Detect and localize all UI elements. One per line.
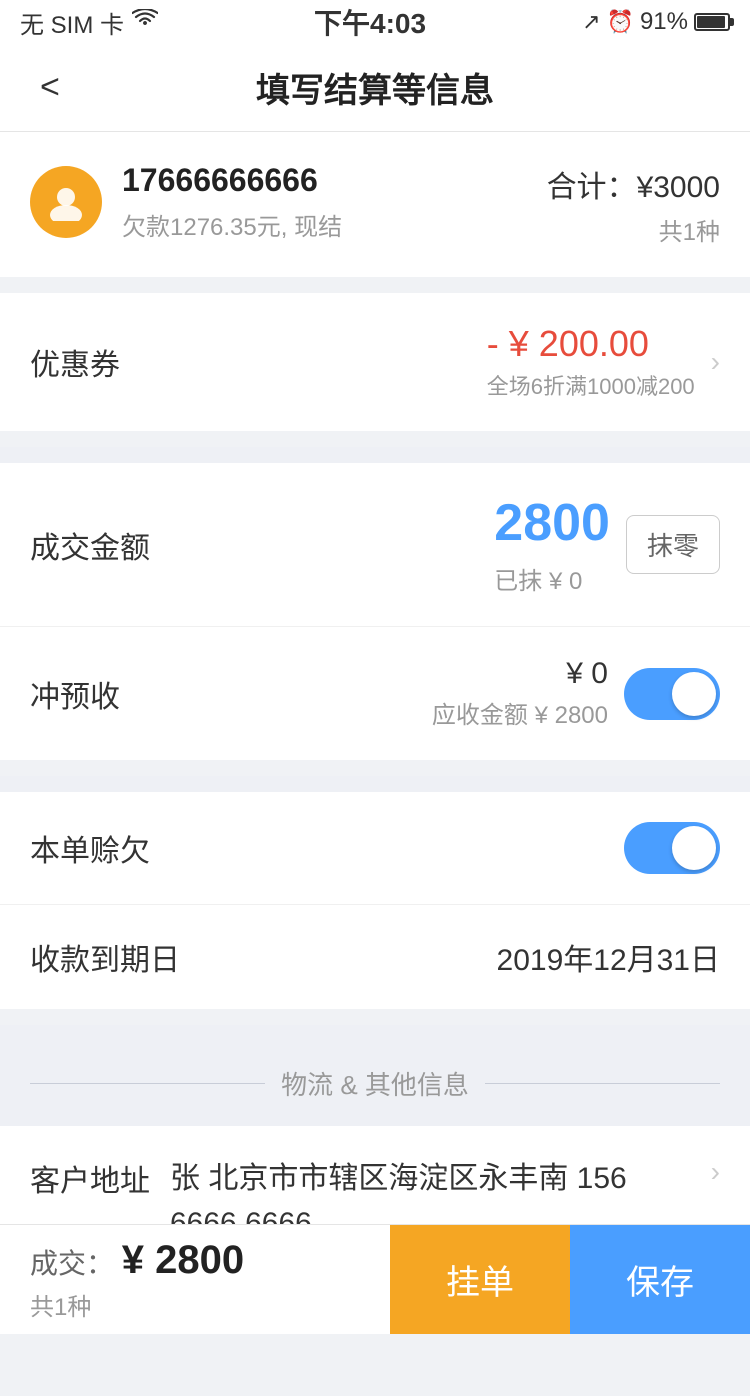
customer-card: 17666666666 欠款1276.35元, 现结 合计：¥3000 共1种: [0, 132, 750, 277]
total-count: 共1种: [547, 212, 720, 247]
deal-section: 成交金额 2800 已抹 ¥ 0 抹零 冲预收 ¥ 0 应收金额 ¥ 2800: [0, 463, 750, 760]
prepay-row: 冲预收 ¥ 0 应收金额 ¥ 2800: [0, 627, 750, 760]
save-button[interactable]: 保存: [570, 1225, 750, 1334]
prepay-amount: ¥ 0: [432, 657, 608, 691]
customer-phone: 17666666666: [122, 162, 342, 199]
avatar: [30, 166, 102, 238]
prepay-right-area: ¥ 0 应收金额 ¥ 2800: [432, 657, 720, 730]
location-icon: ↗: [582, 9, 600, 35]
alarm-icon: ⏰: [607, 9, 634, 35]
status-bar: 无 SIM 卡 下午4:03 ↗ ⏰ 91%: [0, 0, 750, 44]
deal-amount-label: 成交金额: [30, 523, 150, 567]
credit-row: 本单赊欠: [0, 792, 750, 905]
deal-amount-value: 2800: [494, 493, 610, 553]
discount-label: 优惠券: [30, 340, 120, 384]
battery-icon: [694, 13, 730, 31]
divider-line-left: [30, 1083, 265, 1084]
pending-button[interactable]: 挂单: [390, 1225, 570, 1334]
customer-debt: 欠款1276.35元, 现结: [122, 207, 342, 242]
nav-bar: < 填写结算等信息: [0, 44, 750, 132]
separator-3: [0, 1025, 750, 1041]
credit-toggle[interactable]: [624, 822, 720, 874]
wifi-icon: [132, 8, 158, 36]
back-button[interactable]: <: [30, 58, 70, 117]
status-time: 下午4:03: [314, 2, 426, 42]
round-zero-button[interactable]: 抹零: [626, 515, 720, 574]
credit-right: [624, 822, 720, 874]
divider-text: 物流 & 其他信息: [281, 1065, 469, 1102]
bottom-amount: ¥ 2800: [122, 1238, 244, 1282]
prepay-label: 冲预收: [30, 672, 120, 716]
credit-section: 本单赊欠 收款到期日 2019年12月31日: [0, 792, 750, 1009]
discount-desc: 全场6折满1000减200: [487, 369, 695, 401]
bottom-summary: 成交： ¥ 2800 共1种: [0, 1225, 390, 1334]
due-date-row: 收款到期日 2019年12月31日: [0, 905, 750, 1009]
customer-right: 合计：¥3000 共1种: [547, 162, 720, 247]
status-bar-left: 无 SIM 卡: [20, 5, 158, 40]
credit-label: 本单赊欠: [30, 826, 150, 870]
content-area: 17666666666 欠款1276.35元, 现结 合计：¥3000 共1种 …: [0, 132, 750, 1396]
deal-amount-right: 2800 已抹 ¥ 0 抹零: [494, 493, 720, 596]
bottom-deal-line: 成交： ¥ 2800: [30, 1238, 360, 1283]
bottom-deal-label: 成交：: [30, 1248, 114, 1279]
bottom-count: 共1种: [30, 1287, 360, 1322]
address-label: 客户地址: [30, 1156, 150, 1200]
customer-info: 17666666666 欠款1276.35元, 现结: [122, 162, 342, 242]
deal-amount-row: 成交金额 2800 已抹 ¥ 0 抹零: [0, 463, 750, 627]
deal-amount-value-wrap: 2800 已抹 ¥ 0: [494, 493, 610, 596]
discount-section: 优惠券 - ¥ 200.00 全场6折满1000减200 ›: [0, 293, 750, 431]
discount-row[interactable]: 优惠券 - ¥ 200.00 全场6折满1000减200 ›: [0, 293, 750, 431]
page-title: 填写结算等信息: [256, 63, 494, 112]
erased-text: 已抹 ¥ 0: [494, 561, 610, 596]
bottom-bar: 成交： ¥ 2800 共1种 挂单 保存: [0, 1224, 750, 1334]
due-date-value: 2019年12月31日: [497, 935, 720, 979]
chevron-right-icon: ›: [711, 346, 720, 378]
address-chevron-icon: ›: [711, 1156, 720, 1188]
due-date-label: 收款到期日: [30, 935, 180, 979]
prepay-toggle[interactable]: [624, 668, 720, 720]
discount-value-wrap: - ¥ 200.00 全场6折满1000减200: [487, 323, 695, 401]
discount-right: - ¥ 200.00 全场6折满1000减200 ›: [487, 323, 720, 401]
separator-2: [0, 776, 750, 792]
customer-left: 17666666666 欠款1276.35元, 现结: [30, 162, 342, 242]
no-sim-label: 无 SIM 卡: [20, 5, 124, 40]
prepay-receivable: 应收金额 ¥ 2800: [432, 695, 608, 730]
prepay-value-wrap: ¥ 0 应收金额 ¥ 2800: [432, 657, 608, 730]
battery-percent: 91%: [640, 8, 688, 36]
separator-1: [0, 447, 750, 463]
divider-line-right: [485, 1083, 720, 1084]
status-bar-right: ↗ ⏰ 91%: [582, 8, 730, 36]
total-amount: 合计：¥3000: [547, 162, 720, 206]
credit-toggle-knob: [672, 826, 716, 870]
logistics-divider: 物流 & 其他信息: [0, 1041, 750, 1126]
discount-value: - ¥ 200.00: [487, 323, 695, 365]
toggle-knob: [672, 672, 716, 716]
